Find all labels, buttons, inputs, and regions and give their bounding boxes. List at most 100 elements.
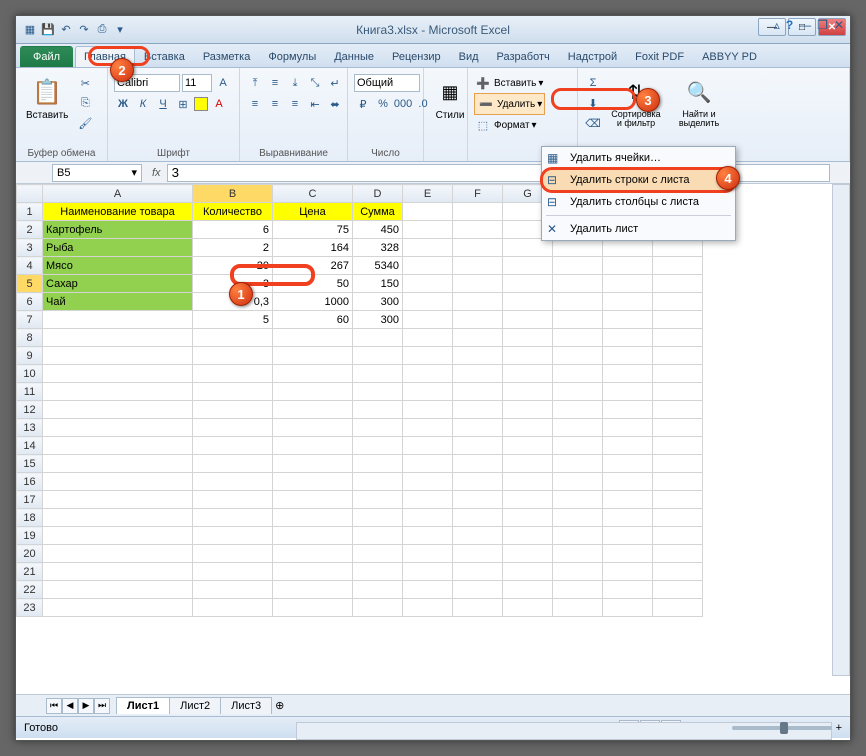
cell-J22[interactable] [653,581,703,599]
cell-F13[interactable] [453,419,503,437]
cell-D12[interactable] [353,401,403,419]
col-header-C[interactable]: C [273,185,353,203]
italic-icon[interactable]: К [134,95,152,113]
cell-G15[interactable] [503,455,553,473]
cell-E13[interactable] [403,419,453,437]
row-header-4[interactable]: 4 [17,257,43,275]
cell-E15[interactable] [403,455,453,473]
fx-icon[interactable]: fx [152,167,161,179]
cell-F3[interactable] [453,239,503,257]
cell-J7[interactable] [653,311,703,329]
cell-G12[interactable] [503,401,553,419]
cell-F1[interactable] [453,203,503,221]
cell-B18[interactable] [193,509,273,527]
menu-delete-cells[interactable]: ▦ Удалить ячейки… [542,147,735,169]
cell-I21[interactable] [603,563,653,581]
cell-F22[interactable] [453,581,503,599]
cell-C2[interactable]: 75 [273,221,353,239]
col-header-D[interactable]: D [353,185,403,203]
tab-developer[interactable]: Разработч [488,46,559,67]
cell-E10[interactable] [403,365,453,383]
cell-I8[interactable] [603,329,653,347]
cell-D8[interactable] [353,329,403,347]
tab-addins[interactable]: Надстрой [559,46,626,67]
qat-dropdown-icon[interactable]: ▾ [112,22,128,38]
cell-J21[interactable] [653,563,703,581]
row-header-3[interactable]: 3 [17,239,43,257]
col-header-E[interactable]: E [403,185,453,203]
cell-E7[interactable] [403,311,453,329]
cell-H15[interactable] [553,455,603,473]
cell-I13[interactable] [603,419,653,437]
cell-G11[interactable] [503,383,553,401]
cell-H10[interactable] [553,365,603,383]
cell-E20[interactable] [403,545,453,563]
cell-G3[interactable] [503,239,553,257]
align-left-icon[interactable]: ≡ [246,95,264,113]
cell-A23[interactable] [43,599,193,617]
cell-J10[interactable] [653,365,703,383]
cell-H13[interactable] [553,419,603,437]
cell-I20[interactable] [603,545,653,563]
bold-icon[interactable]: Ж [114,95,132,113]
cell-G19[interactable] [503,527,553,545]
cell-F4[interactable] [453,257,503,275]
cell-J15[interactable] [653,455,703,473]
cell-E6[interactable] [403,293,453,311]
paste-button[interactable]: 📋 Вставить [22,74,72,123]
cell-C4[interactable]: 267 [273,257,353,275]
cell-C13[interactable] [273,419,353,437]
cell-C14[interactable] [273,437,353,455]
zoom-in-icon[interactable]: + [836,722,842,734]
cell-B12[interactable] [193,401,273,419]
font-color-icon[interactable]: A [210,95,228,113]
cell-G6[interactable] [503,293,553,311]
cell-C1[interactable]: Цена [273,203,353,221]
cell-A8[interactable] [43,329,193,347]
cell-A10[interactable] [43,365,193,383]
select-all-corner[interactable] [17,185,43,203]
cell-E21[interactable] [403,563,453,581]
cell-J8[interactable] [653,329,703,347]
cell-G9[interactable] [503,347,553,365]
cell-C11[interactable] [273,383,353,401]
minimize-ribbon-icon[interactable]: ▵ [774,18,780,32]
cell-E19[interactable] [403,527,453,545]
copy-icon[interactable]: ⎘ [76,94,94,112]
format-painter-icon[interactable]: 🖌 [76,114,94,132]
cell-C21[interactable] [273,563,353,581]
cell-H12[interactable] [553,401,603,419]
cell-E3[interactable] [403,239,453,257]
horizontal-scrollbar[interactable] [296,722,832,740]
sheet-tab-3[interactable]: Лист3 [220,697,272,714]
cell-J19[interactable] [653,527,703,545]
cell-D19[interactable] [353,527,403,545]
cell-C7[interactable]: 60 [273,311,353,329]
doc-restore-icon[interactable]: ❐ [817,18,828,32]
cell-H8[interactable] [553,329,603,347]
cell-G8[interactable] [503,329,553,347]
cell-B9[interactable] [193,347,273,365]
cell-H22[interactable] [553,581,603,599]
cell-G18[interactable] [503,509,553,527]
cell-E8[interactable] [403,329,453,347]
align-top-icon[interactable]: ⤒ [246,74,264,92]
number-format-select[interactable] [354,74,420,92]
sheet-tab-1[interactable]: Лист1 [116,697,170,714]
cell-I6[interactable] [603,293,653,311]
cell-E16[interactable] [403,473,453,491]
cell-B17[interactable] [193,491,273,509]
cell-J12[interactable] [653,401,703,419]
underline-icon[interactable]: Ч [154,95,172,113]
row-header-8[interactable]: 8 [17,329,43,347]
cell-I22[interactable] [603,581,653,599]
cell-H14[interactable] [553,437,603,455]
cell-B14[interactable] [193,437,273,455]
cell-I9[interactable] [603,347,653,365]
cell-F20[interactable] [453,545,503,563]
cell-B13[interactable] [193,419,273,437]
doc-close-icon[interactable]: ✕ [834,18,844,32]
align-center-icon[interactable]: ≡ [266,95,284,113]
row-header-12[interactable]: 12 [17,401,43,419]
cell-A15[interactable] [43,455,193,473]
